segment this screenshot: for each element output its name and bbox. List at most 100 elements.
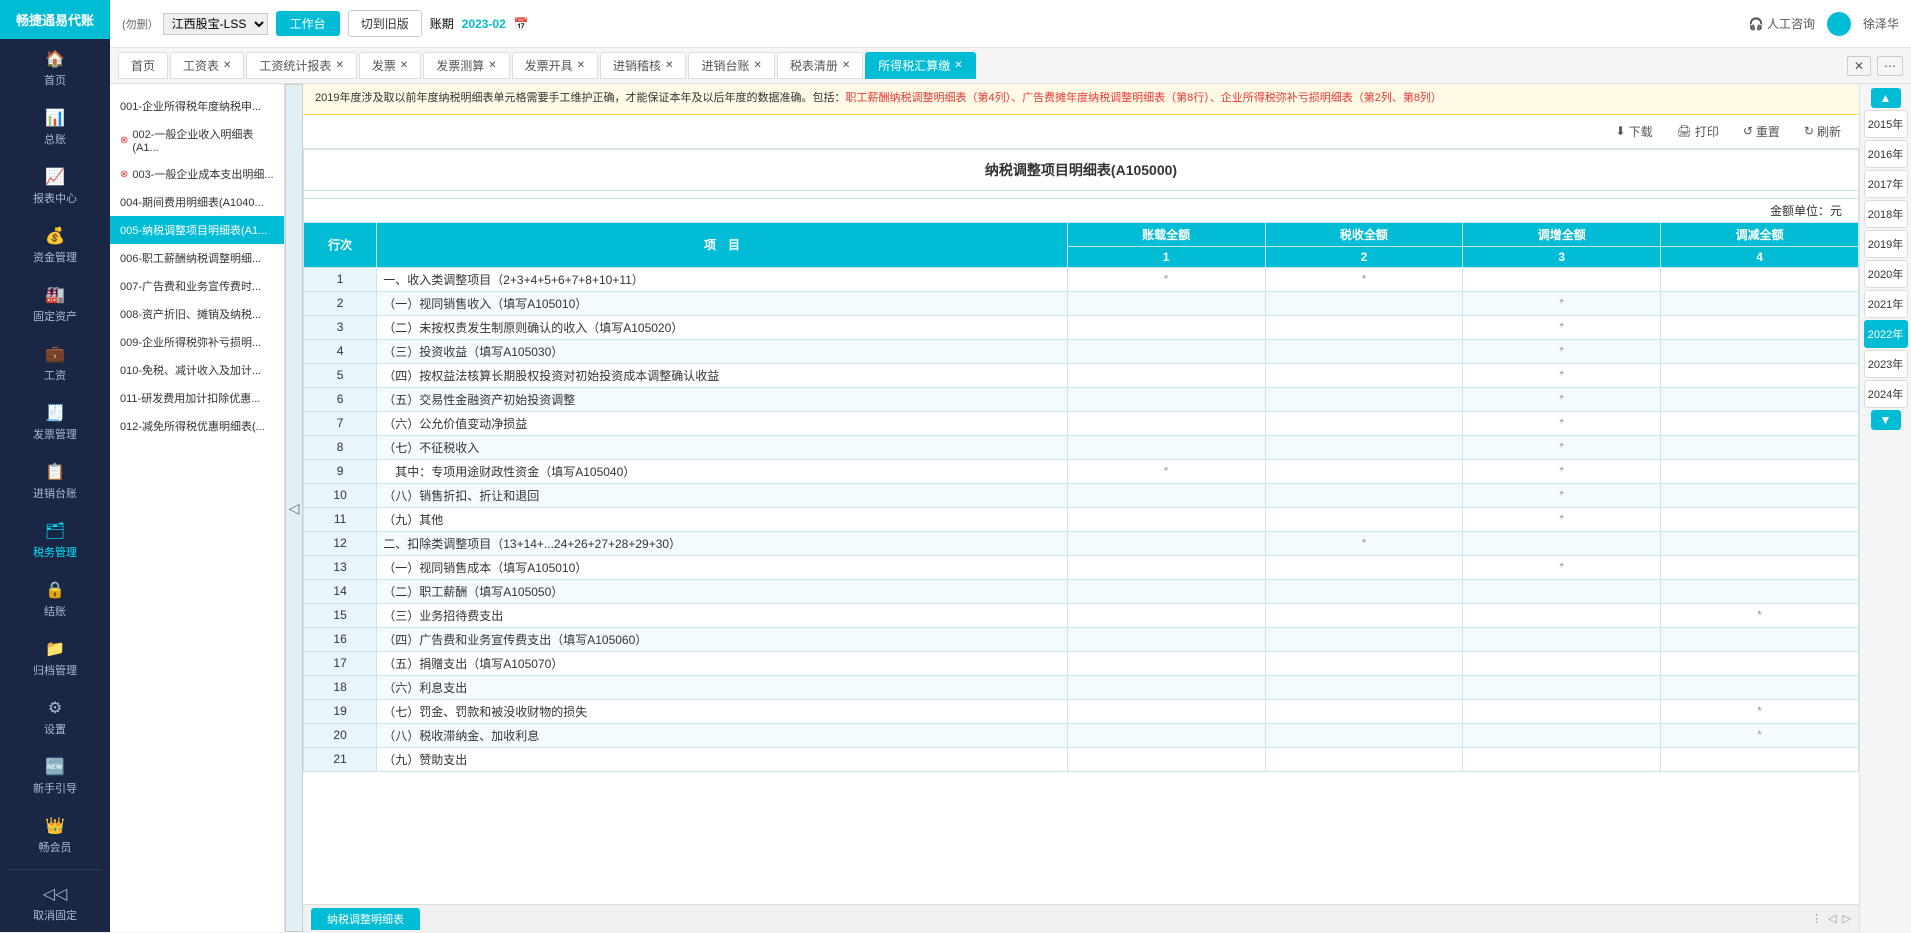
cell-v4[interactable] <box>1661 747 1859 771</box>
tab-close-7[interactable]: ✕ <box>753 60 761 71</box>
nav-tab-2[interactable]: 工资统计报表✕ <box>246 52 356 79</box>
cell-v2[interactable] <box>1265 723 1463 747</box>
cell-v2[interactable] <box>1265 291 1463 315</box>
left-panel-item-2[interactable]: ⊗003-一般企业成本支出明细... <box>110 160 284 188</box>
cell-v1[interactable] <box>1067 723 1265 747</box>
cell-v1[interactable] <box>1067 315 1265 339</box>
cell-v1[interactable] <box>1067 627 1265 651</box>
switch-old-button[interactable]: 切到旧版 <box>348 10 422 37</box>
cell-v3[interactable] <box>1463 627 1661 651</box>
cell-v3[interactable]: * <box>1463 291 1661 315</box>
print-button[interactable]: 🖨 打印 <box>1671 121 1725 142</box>
cell-v4[interactable]: * <box>1661 603 1859 627</box>
cell-v3[interactable]: * <box>1463 435 1661 459</box>
more-tabs-button[interactable]: ⋯ <box>1877 56 1903 76</box>
sidebar-item-税务管理[interactable]: 🗂税务管理 <box>0 511 110 570</box>
cell-v3[interactable] <box>1463 723 1661 747</box>
tab-close-1[interactable]: ✕ <box>223 60 231 71</box>
cell-v3[interactable]: * <box>1463 387 1661 411</box>
cell-v3[interactable]: * <box>1463 459 1661 483</box>
cell-v2[interactable] <box>1265 651 1463 675</box>
nav-tab-9[interactable]: 所得税汇算缴✕ <box>865 52 975 79</box>
cell-v2[interactable] <box>1265 579 1463 603</box>
cell-v2[interactable] <box>1265 435 1463 459</box>
cell-v1[interactable] <box>1067 651 1265 675</box>
cell-v1[interactable] <box>1067 507 1265 531</box>
cell-v2[interactable] <box>1265 459 1463 483</box>
cell-v2[interactable] <box>1265 627 1463 651</box>
left-panel-item-8[interactable]: 009-企业所得税弥补亏损明... <box>110 328 284 356</box>
consult-btn[interactable]: 🎧 人工咨询 <box>1749 15 1815 32</box>
cell-v2[interactable] <box>1265 603 1463 627</box>
sidebar-item-固定资产[interactable]: 🏭固定资产 <box>0 275 110 334</box>
sidebar-item-报表中心[interactable]: 📈报表中心 <box>0 157 110 216</box>
tab-close-6[interactable]: ✕ <box>665 60 673 71</box>
tab-close-8[interactable]: ✕ <box>842 60 850 71</box>
cell-v3[interactable]: * <box>1463 555 1661 579</box>
cell-v1[interactable] <box>1067 483 1265 507</box>
calendar-icon[interactable]: 📅 <box>514 17 529 31</box>
cell-v4[interactable] <box>1661 651 1859 675</box>
cell-v2[interactable] <box>1265 339 1463 363</box>
cell-v4[interactable] <box>1661 483 1859 507</box>
cell-v2[interactable] <box>1265 507 1463 531</box>
year-btn-2015年[interactable]: 2015年 <box>1864 110 1908 138</box>
cell-v3[interactable] <box>1463 531 1661 555</box>
reset-button[interactable]: ↺ 重置 <box>1737 121 1786 142</box>
cell-v4[interactable] <box>1661 339 1859 363</box>
year-btn-2017年[interactable]: 2017年 <box>1864 170 1908 198</box>
download-button[interactable]: ⬇ 下载 <box>1610 121 1659 142</box>
nav-tab-8[interactable]: 税表清册✕ <box>777 52 863 79</box>
cell-v4[interactable] <box>1661 267 1859 291</box>
year-btn-2016年[interactable]: 2016年 <box>1864 140 1908 168</box>
cell-v1[interactable] <box>1067 363 1265 387</box>
cell-v4[interactable] <box>1661 411 1859 435</box>
cell-v4[interactable]: * <box>1661 699 1859 723</box>
cell-v3[interactable] <box>1463 651 1661 675</box>
cell-v1[interactable] <box>1067 603 1265 627</box>
sidebar-item-首页[interactable]: 🏠首页 <box>0 39 110 98</box>
cell-v3[interactable]: * <box>1463 339 1661 363</box>
cell-v3[interactable]: * <box>1463 363 1661 387</box>
cell-v4[interactable] <box>1661 507 1859 531</box>
cell-v4[interactable] <box>1661 459 1859 483</box>
left-panel-item-11[interactable]: 012-减免所得税优惠明细表(... <box>110 412 284 440</box>
cell-v3[interactable]: * <box>1463 483 1661 507</box>
year-btn-2020年[interactable]: 2020年 <box>1864 260 1908 288</box>
cell-v1[interactable] <box>1067 435 1265 459</box>
cell-v3[interactable]: * <box>1463 315 1661 339</box>
sidebar-item-归档管理[interactable]: 📁归档管理 <box>0 629 110 688</box>
cell-v2[interactable] <box>1265 411 1463 435</box>
close-all-button[interactable]: ✕ <box>1847 56 1871 76</box>
left-panel-item-1[interactable]: ⊗002-一般企业收入明细表(A1... <box>110 120 284 160</box>
left-panel-item-6[interactable]: 007-广告费和业务宣传费时... <box>110 272 284 300</box>
cell-v2[interactable] <box>1265 315 1463 339</box>
cell-v4[interactable] <box>1661 435 1859 459</box>
cell-v4[interactable] <box>1661 627 1859 651</box>
sidebar-item-设置[interactable]: ⚙设置 <box>0 688 110 747</box>
cell-v3[interactable] <box>1463 579 1661 603</box>
nav-tab-3[interactable]: 发票✕ <box>359 52 421 79</box>
cell-v2[interactable] <box>1265 699 1463 723</box>
cell-v1[interactable] <box>1067 339 1265 363</box>
year-btn-2021年[interactable]: 2021年 <box>1864 290 1908 318</box>
left-panel-item-5[interactable]: 006-职工薪酬纳税调整明细... <box>110 244 284 272</box>
left-panel-item-7[interactable]: 008-资产折旧、摊销及纳税... <box>110 300 284 328</box>
cell-v4[interactable] <box>1661 579 1859 603</box>
left-panel-item-3[interactable]: 004-期间费用明细表(A1040... <box>110 188 284 216</box>
year-btn-2023年[interactable]: 2023年 <box>1864 350 1908 378</box>
nav-tab-6[interactable]: 进销稽核✕ <box>600 52 686 79</box>
sidebar-item-资金管理[interactable]: 💰资金管理 <box>0 216 110 275</box>
left-panel-item-4[interactable]: 005-纳税调整项目明细表(A1... <box>110 216 284 244</box>
sidebar-item-新手引导[interactable]: 🆕新手引导 <box>0 747 110 806</box>
cell-v4[interactable] <box>1661 675 1859 699</box>
tab-close-5[interactable]: ✕ <box>577 60 585 71</box>
tab-close-9[interactable]: ✕ <box>954 60 962 71</box>
cell-v4[interactable] <box>1661 555 1859 579</box>
cell-v2[interactable]: * <box>1265 531 1463 555</box>
collapse-panel-button[interactable]: ◁ <box>285 84 303 932</box>
sidebar-item-发票管理[interactable]: 🧾发票管理 <box>0 393 110 452</box>
cell-v3[interactable]: * <box>1463 411 1661 435</box>
year-btn-2022年[interactable]: 2022年 <box>1864 320 1908 348</box>
year-btn-2024年[interactable]: 2024年 <box>1864 380 1908 408</box>
